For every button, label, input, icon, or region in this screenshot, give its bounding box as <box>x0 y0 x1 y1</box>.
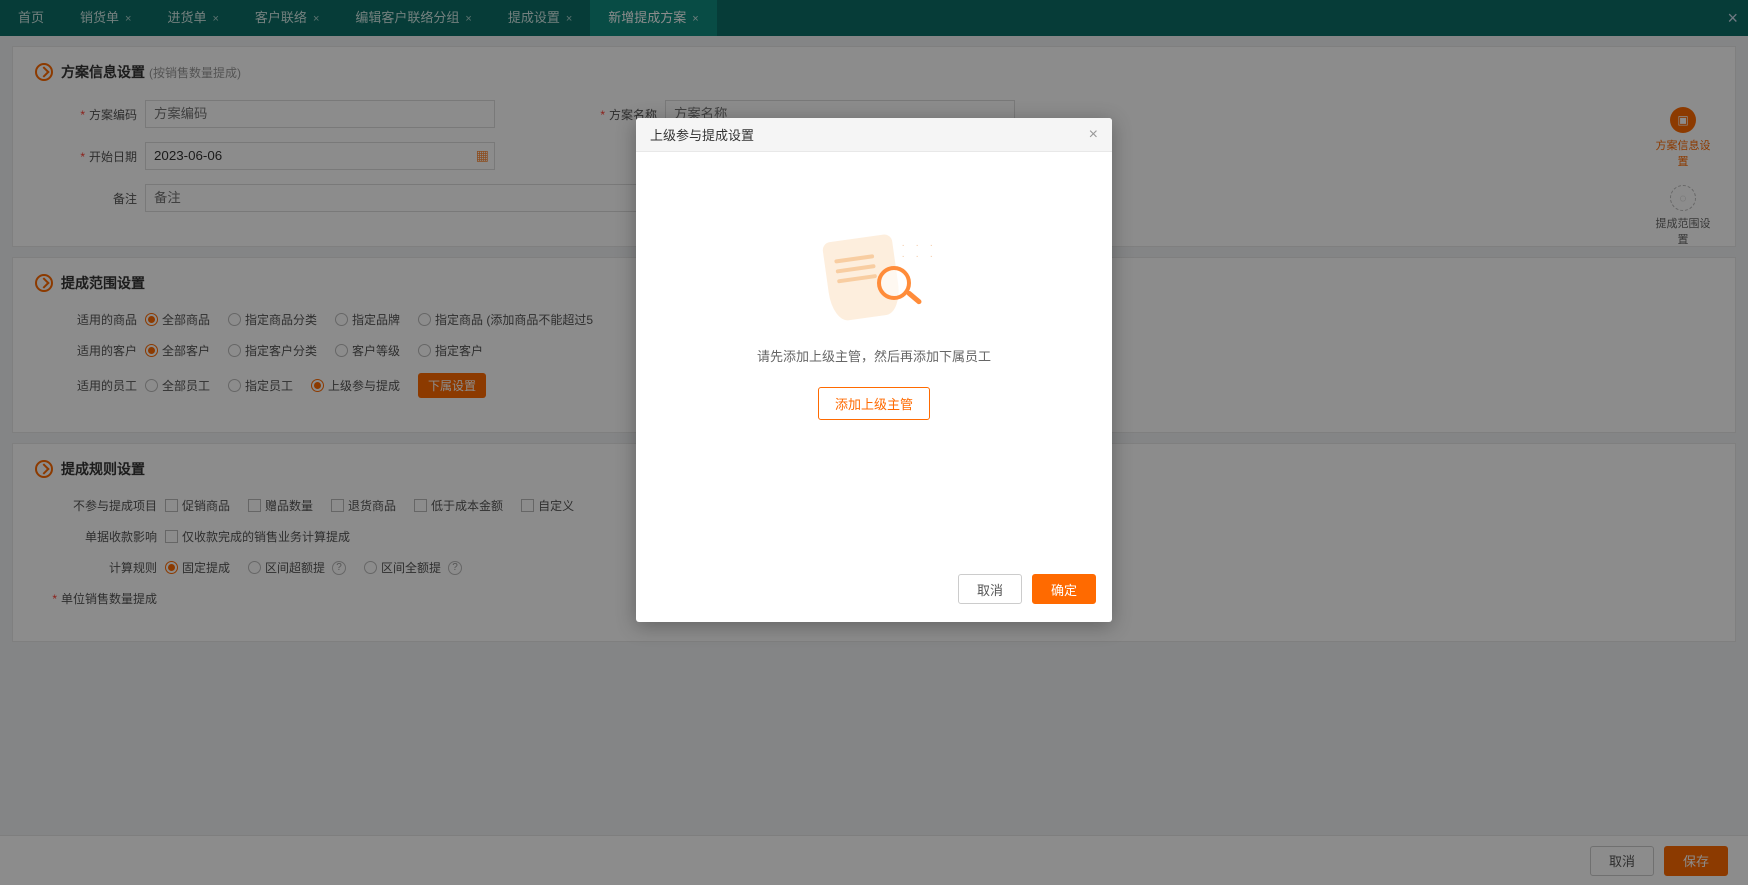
close-icon[interactable]: × <box>1089 126 1098 144</box>
modal-title: 上级参与提成设置 <box>650 125 754 144</box>
superior-commission-modal: 上级参与提成设置 × · · ·· · · 请先添加上级主管，然后再添加下属员工… <box>636 118 1112 622</box>
modal-cancel-button[interactable]: 取消 <box>958 574 1022 604</box>
modal-overlay[interactable]: 上级参与提成设置 × · · ·· · · 请先添加上级主管，然后再添加下属员工… <box>0 0 1748 885</box>
empty-text: 请先添加上级主管，然后再添加下属员工 <box>656 346 1092 365</box>
modal-body: · · ·· · · 请先添加上级主管，然后再添加下属员工 添加上级主管 <box>636 152 1112 460</box>
add-superior-button[interactable]: 添加上级主管 <box>818 387 930 420</box>
modal-header: 上级参与提成设置 × <box>636 118 1112 152</box>
modal-footer: 取消 确定 <box>636 570 1112 622</box>
magnifier-icon <box>877 266 911 300</box>
empty-illustration: · · ·· · · <box>809 232 939 322</box>
modal-confirm-button[interactable]: 确定 <box>1032 574 1096 604</box>
